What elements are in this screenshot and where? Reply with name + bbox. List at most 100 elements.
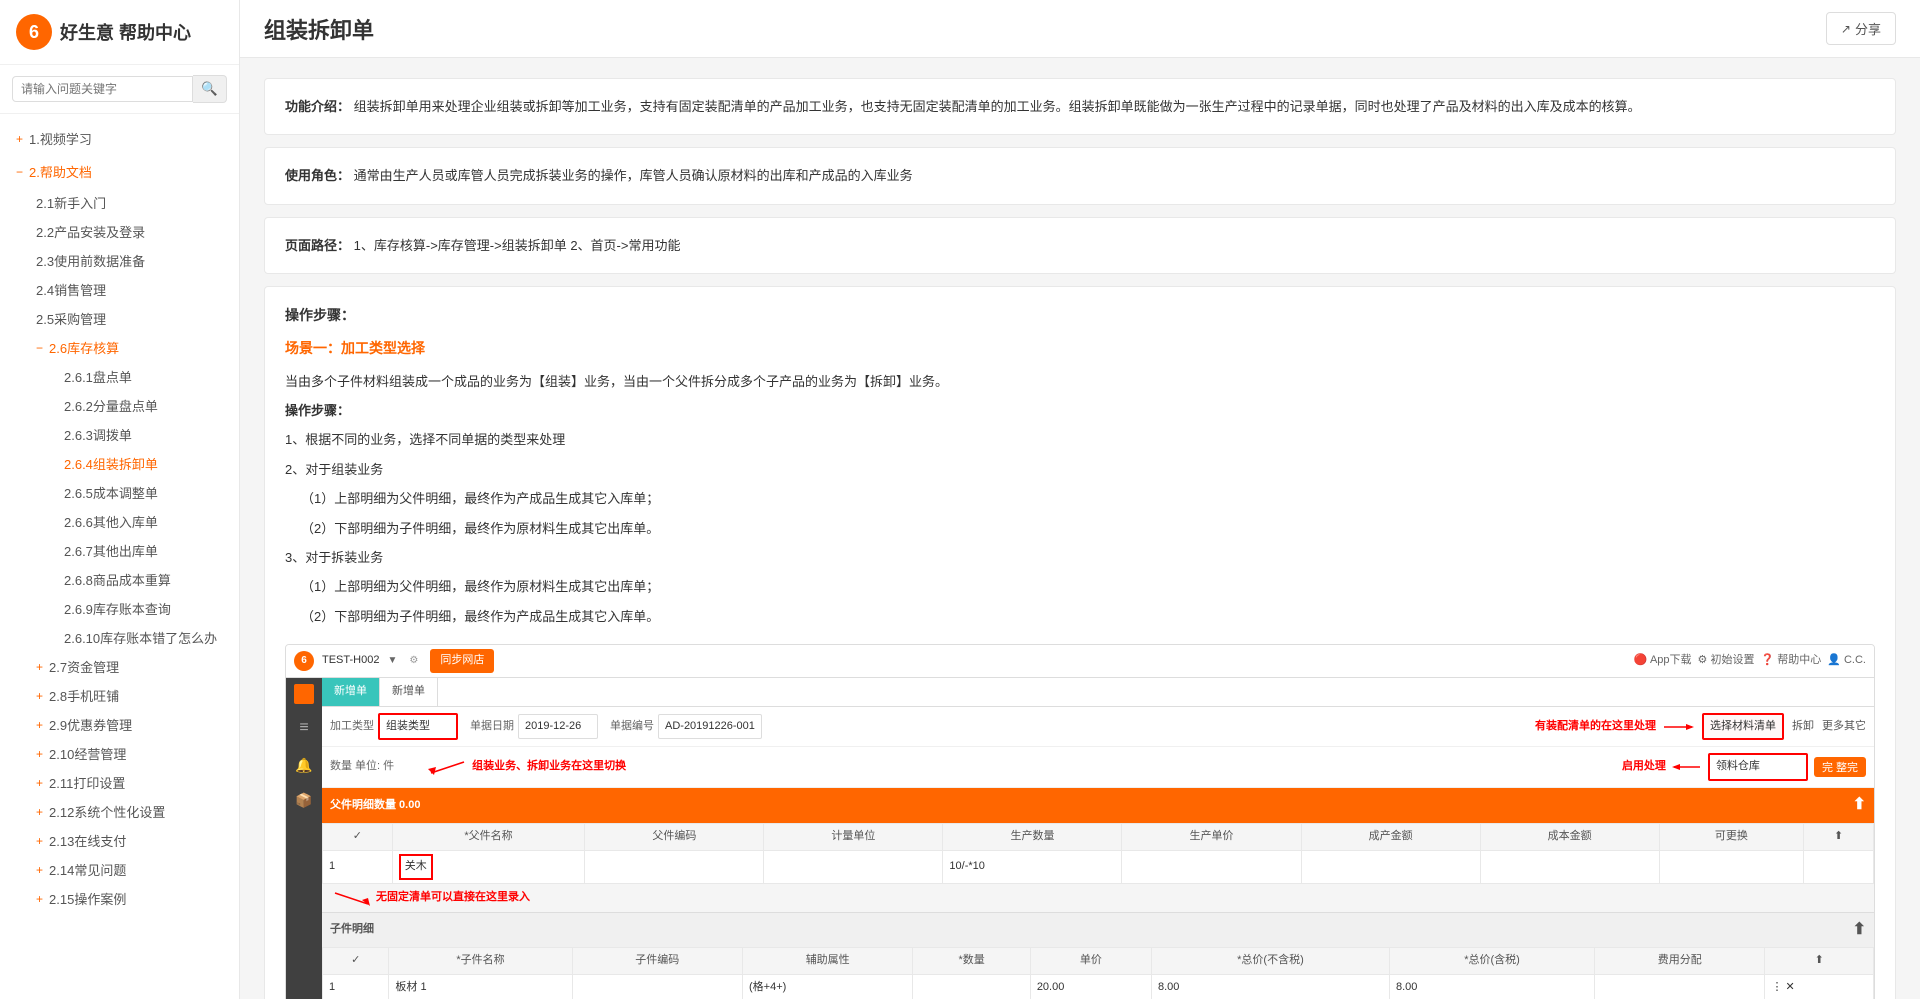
app-name: 好生意 帮助中心 (60, 19, 191, 45)
role-label: 使用角色： (285, 168, 350, 183)
sidebar-item-finance[interactable]: + 2.7资金管理 (28, 652, 239, 681)
sidebar: 6 好生意 帮助中心 🔍 + 1.视频学习 − 2.帮助文档 2.1新手入门 2… (0, 0, 240, 999)
sim-field-warehouse: 数量 单位: 件 (330, 757, 394, 777)
sim-icons: 🔴 App下载 ⚙ 初始设置 ❓ 帮助中心 👤 C.C. (1634, 651, 1866, 671)
sidebar-item-mobile[interactable]: + 2.8手机旺铺 (28, 681, 239, 710)
simulated-screen: 6 TEST-H002 ▼ ⚙ 同步网店 🔴 App下载 ⚙ 初始设置 ❓ 帮助… (286, 645, 1874, 999)
scene1-desc: 当由多个子件材料组装成一个成品的业务为【组装】业务，当由一个父件拆分成多个子产品… (285, 370, 1875, 393)
sim-tab-new[interactable]: 新增单 (322, 678, 380, 706)
step3-1: （1）上部明细为父件明细，最终作为原材料生成其它出库单； (285, 575, 1875, 598)
step3: 3、对于拆装业务 (285, 546, 1875, 569)
sidebar-item-docs[interactable]: − 2.帮助文档 (0, 155, 239, 188)
share-icon: ↗ (1841, 22, 1851, 36)
sidebar-item-coupons[interactable]: + 2.9优惠券管理 (28, 710, 239, 739)
sidebar-item-cases[interactable]: + 2.15操作案例 (28, 884, 239, 913)
intro-label: 功能介绍： (285, 99, 350, 114)
role-text: 通常由生产人员或库管人员完成拆装业务的操作，库管人员确认原材料的出库和产成品的入… (354, 168, 913, 183)
sidebar-item-online-pay[interactable]: + 2.13在线支付 (28, 826, 239, 855)
sidebar-item-stock-fix[interactable]: 2.6.10库存账本错了怎么办 (56, 623, 239, 652)
sim-field-type: 加工类型 组装类型 (330, 713, 458, 741)
sim-side-icon-2: ≡ (299, 714, 308, 743)
sim-parent-table: ✓ *父件名称 父件编码 计量单位 生产数量 生产单价 成产金额 (322, 823, 1874, 884)
sidebar-item-inventory[interactable]: − 2.6库存核算 (28, 333, 239, 362)
ann-text-3: 启用处理 (1622, 757, 1666, 777)
sidebar-item-transfer[interactable]: 2.6.3调拨单 (56, 420, 239, 449)
sim-lower-table: ✓ *子件名称 子件编码 辅助属性 *数量 单价 *总价(不含税) (322, 947, 1874, 999)
sim-tabs: 新增单 新增单 (322, 678, 1874, 707)
sidebar-item-beginner[interactable]: 2.1新手入门 (28, 188, 239, 217)
sidebar-item-install[interactable]: 2.2产品安装及登录 (28, 217, 239, 246)
sidebar-sub-docs: 2.1新手入门 2.2产品安装及登录 2.3使用前数据准备 2.4销售管理 2.… (0, 188, 239, 913)
sim-side-icons: ≡ 🔔 📦 (286, 678, 322, 999)
scene1-heading: 场景一：加工类型选择 (285, 336, 1875, 361)
sidebar-item-print[interactable]: + 2.11打印设置 (28, 768, 239, 797)
sim-child-table: ✓ *子件名称 子件编码 辅助属性 *数量 单价 *总价(不含税) (322, 947, 1874, 999)
screenshot-container: 6 TEST-H002 ▼ ⚙ 同步网店 🔴 App下载 ⚙ 初始设置 ❓ 帮助… (285, 644, 1875, 999)
main-area: 组装拆卸单 ↗ 分享 功能介绍： 组装拆卸单用来处理企业组装或拆卸等加工业务，支… (240, 0, 1920, 999)
sidebar-item-faq[interactable]: + 2.14常见问题 (28, 855, 239, 884)
plus-icon-2: + (36, 660, 43, 674)
sidebar-item-cost-recalc[interactable]: 2.6.8商品成本重算 (56, 565, 239, 594)
sidebar-item-data-prep[interactable]: 2.3使用前数据准备 (28, 246, 239, 275)
ann-arrow-2 (426, 757, 466, 777)
plus-icon-4: + (36, 718, 43, 732)
sidebar-sub-inventory: 2.6.1盘点单 2.6.2分量盘点单 2.6.3调拨单 2.6.4组装拆卸单 … (28, 362, 239, 652)
sim-confirm-btn[interactable]: 完 整完 (1814, 757, 1866, 777)
sidebar-item-cost-adjust[interactable]: 2.6.5成本调整单 (56, 478, 239, 507)
plus-icon-6: + (36, 776, 43, 790)
page-header: 组装拆卸单 ↗ 分享 (240, 0, 1920, 58)
ann-text-4: 无固定清单可以直接在这里录入 (376, 888, 530, 908)
page-title: 组装拆卸单 (264, 13, 374, 45)
sidebar-item-other-out[interactable]: 2.6.7其他出库单 (56, 536, 239, 565)
sim-upper-table-header: 父件明细数量 0.00 ⬆ (322, 788, 1874, 823)
sidebar-item-sales[interactable]: 2.4销售管理 (28, 275, 239, 304)
main-content: 功能介绍： 组装拆卸单用来处理企业组装或拆卸等加工业务，支持有固定装配清单的产品… (240, 58, 1920, 999)
sidebar-item-system[interactable]: + 2.12系统个性化设置 (28, 797, 239, 826)
minus-icon-2: − (36, 341, 43, 355)
ops-card: 操作步骤： 场景一：加工类型选择 当由多个子件材料组装成一个成品的业务为【组装】… (264, 286, 1896, 999)
sidebar-item-stock-query[interactable]: 2.6.9库存账本查询 (56, 594, 239, 623)
ann-text-2: 组装业务、拆卸业务在这里切换 (472, 757, 626, 777)
sim-logo: 6 (294, 651, 314, 671)
sim-side-icon-3: 🔔 (295, 753, 312, 778)
sidebar-nav: + 1.视频学习 − 2.帮助文档 2.1新手入门 2.2产品安装及登录 2.3… (0, 114, 239, 999)
sidebar-item-purchase[interactable]: 2.5采购管理 (28, 304, 239, 333)
table-row: 1 关木 10/-*10 (323, 850, 1874, 883)
plus-icon: + (16, 132, 23, 146)
sim-dropdown-icon: ▼ (387, 652, 397, 670)
logo-area: 6 好生意 帮助中心 (0, 0, 239, 65)
intro-card: 功能介绍： 组装拆卸单用来处理企业组装或拆卸等加工业务，支持有固定装配清单的产品… (264, 78, 1896, 135)
sim-new-btn: 同步网店 (430, 649, 494, 673)
sidebar-item-assembly[interactable]: 2.6.4组装拆卸单 (56, 449, 239, 478)
search-input[interactable] (12, 76, 193, 102)
sim-tab-all[interactable]: 新增单 (380, 678, 438, 706)
table-row: 1 板材 1 (格+4+) 20.00 8.00 (323, 975, 1874, 999)
ann-text-1: 有装配清单的在这里处理 (1535, 717, 1656, 737)
path-label: 页面路径： (285, 238, 350, 253)
sidebar-item-videos[interactable]: + 1.视频学习 (0, 122, 239, 155)
sidebar-item-partial-stocktake[interactable]: 2.6.2分量盘点单 (56, 391, 239, 420)
sim-upper-table: ✓ *父件名称 父件编码 计量单位 生产数量 生产单价 成产金额 (322, 823, 1874, 884)
sim-ann-area: 有装配清单的在这里处理 选择材料清单 拆卸 更多其它 (774, 713, 1866, 741)
plus-icon-8: + (36, 834, 43, 848)
ann-arrow-3 (1672, 760, 1702, 774)
ops-steps-label: 操作步骤： (285, 399, 1875, 422)
plus-icon-9: + (36, 863, 43, 877)
step3-2: （2）下部明细为子件明细，最终作为产成品生成其它入库单。 (285, 605, 1875, 628)
sim-lower-table-header: 子件明细 ⬆ (322, 912, 1874, 948)
sim-field-docno: 单据编号 AD-20191226-001 (610, 714, 762, 740)
sidebar-item-other-in[interactable]: 2.6.6其他入库单 (56, 507, 239, 536)
sim-warehouse-input[interactable]: 领料仓库 (1708, 753, 1808, 781)
sidebar-item-stocktake[interactable]: 2.6.1盘点单 (56, 362, 239, 391)
logo-icon: 6 (16, 14, 52, 50)
sim-field-date: 单据日期 2019-12-26 (470, 714, 598, 740)
sidebar-item-mgmt[interactable]: + 2.10经营管理 (28, 739, 239, 768)
sim-form-area: 加工类型 组装类型 单据日期 2019-12-26 单据编号 (322, 707, 1874, 999)
share-button[interactable]: ↗ 分享 (1826, 12, 1896, 45)
sim-process-btn[interactable]: 选择材料清单 (1702, 713, 1784, 741)
path-text: 1、库存核算->库存管理->组装拆卸单 2、首页->常用功能 (354, 238, 681, 253)
search-button[interactable]: 🔍 (193, 75, 227, 103)
sim-type-input[interactable]: 组装类型 (378, 713, 458, 741)
step1: 1、根据不同的业务，选择不同单据的类型来处理 (285, 428, 1875, 451)
ann-arrow-1 (1664, 720, 1694, 734)
